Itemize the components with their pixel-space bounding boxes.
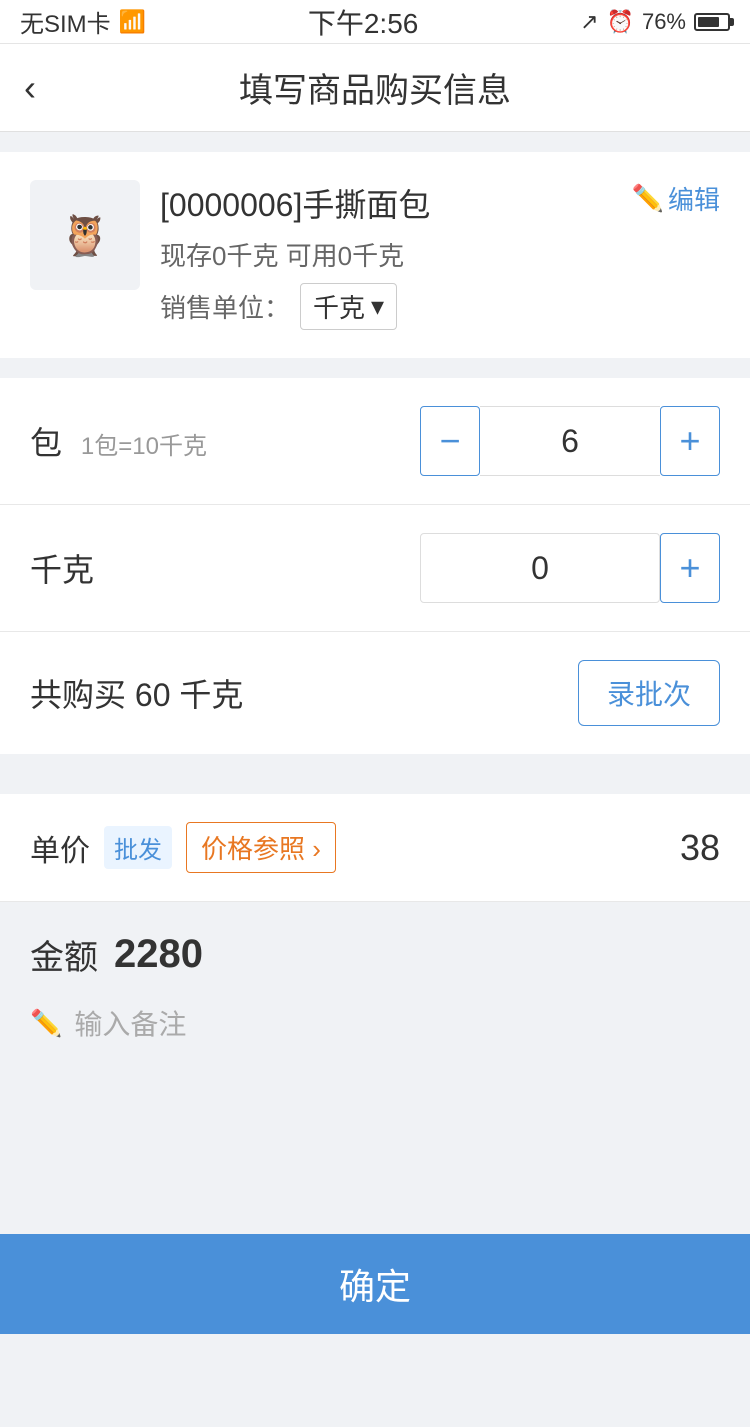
total-text: 共购买 60 千克 xyxy=(30,670,243,716)
qianke-label: 千克 xyxy=(30,545,420,591)
alarm-icon: ⏰ xyxy=(607,9,634,35)
edit-icon: ✏️ xyxy=(632,183,664,214)
price-value: 38 xyxy=(680,827,720,869)
product-thumbnail: 🦉 xyxy=(30,180,140,290)
product-stock: 现存0千克 可用0千克 xyxy=(160,236,720,273)
qianke-qty-control: + xyxy=(420,533,720,603)
bao-decrease-button[interactable]: − xyxy=(420,406,480,476)
total-row: 共购买 60 千克 录批次 xyxy=(0,632,750,754)
nav-bar: ‹ 填写商品购买信息 xyxy=(0,44,750,132)
amount-section: 金额 2280 ✏️ 输入备注 xyxy=(0,902,750,1067)
wifi-icon: 📶 xyxy=(119,9,146,35)
price-section: 单价 批发 价格参照 › 38 xyxy=(0,794,750,902)
chevron-down-icon: ▾ xyxy=(371,291,384,322)
qianke-quantity-input[interactable] xyxy=(420,533,660,603)
unit-select[interactable]: 千克 ▾ xyxy=(300,283,397,330)
location-icon: ↗ xyxy=(580,9,598,35)
status-right: ↗ ⏰ 76% xyxy=(580,9,730,35)
amount-label: 金额 xyxy=(30,930,98,979)
unit-value: 千克 xyxy=(313,288,365,325)
product-name: [0000006]手撕面包 xyxy=(160,180,430,226)
amount-row: 金额 2280 xyxy=(30,930,720,979)
remark-row[interactable]: ✏️ 输入备注 xyxy=(30,1003,720,1067)
carrier-text: 无SIM卡 xyxy=(20,4,111,39)
remark-placeholder: 输入备注 xyxy=(74,1003,186,1043)
bao-label: 包 1包=10千克 xyxy=(30,418,420,464)
battery-icon xyxy=(694,13,730,31)
price-reference-button[interactable]: 价格参照 › xyxy=(186,822,336,873)
battery-text: 76% xyxy=(642,9,686,35)
product-top-row: [0000006]手撕面包 ✏️ 编辑 xyxy=(160,180,720,236)
input-section: 包 1包=10千克 − + 千克 + xyxy=(0,378,750,632)
pencil-icon: ✏️ xyxy=(30,1008,62,1039)
edit-button[interactable]: ✏️ 编辑 xyxy=(632,180,720,217)
bao-qty-control: − + xyxy=(420,406,720,476)
bao-row: 包 1包=10千克 − + xyxy=(0,378,750,505)
back-button[interactable]: ‹ xyxy=(24,67,36,109)
status-left: 无SIM卡 📶 xyxy=(20,4,146,39)
price-label: 单价 xyxy=(30,826,90,870)
product-logo-icon: 🦉 xyxy=(60,212,110,259)
product-info: [0000006]手撕面包 ✏️ 编辑 现存0千克 可用0千克 销售单位： 千克… xyxy=(160,180,720,330)
bao-hint: 1包=10千克 xyxy=(81,433,207,460)
section-divider-2 xyxy=(0,754,750,774)
product-unit-row: 销售单位： 千克 ▾ xyxy=(160,283,720,330)
batch-button[interactable]: 录批次 xyxy=(578,660,720,726)
section-divider-1 xyxy=(0,358,750,378)
status-time: 下午2:56 xyxy=(308,2,419,42)
edit-label: 编辑 xyxy=(668,180,720,217)
unit-label: 销售单位： xyxy=(160,288,290,325)
qianke-row: 千克 + xyxy=(0,505,750,632)
confirm-button[interactable]: 确定 xyxy=(0,1234,750,1334)
product-card: 🦉 [0000006]手撕面包 ✏️ 编辑 现存0千克 可用0千克 销售单位： … xyxy=(0,152,750,358)
confirm-button-label: 确定 xyxy=(339,1258,411,1310)
amount-value: 2280 xyxy=(114,932,203,977)
price-tag-badge: 批发 xyxy=(104,826,172,869)
page-title: 填写商品购买信息 xyxy=(239,63,511,112)
bao-quantity-input[interactable] xyxy=(480,406,660,476)
status-bar: 无SIM卡 📶 下午2:56 ↗ ⏰ 76% xyxy=(0,0,750,44)
qianke-increase-button[interactable]: + xyxy=(660,533,720,603)
bao-increase-button[interactable]: + xyxy=(660,406,720,476)
